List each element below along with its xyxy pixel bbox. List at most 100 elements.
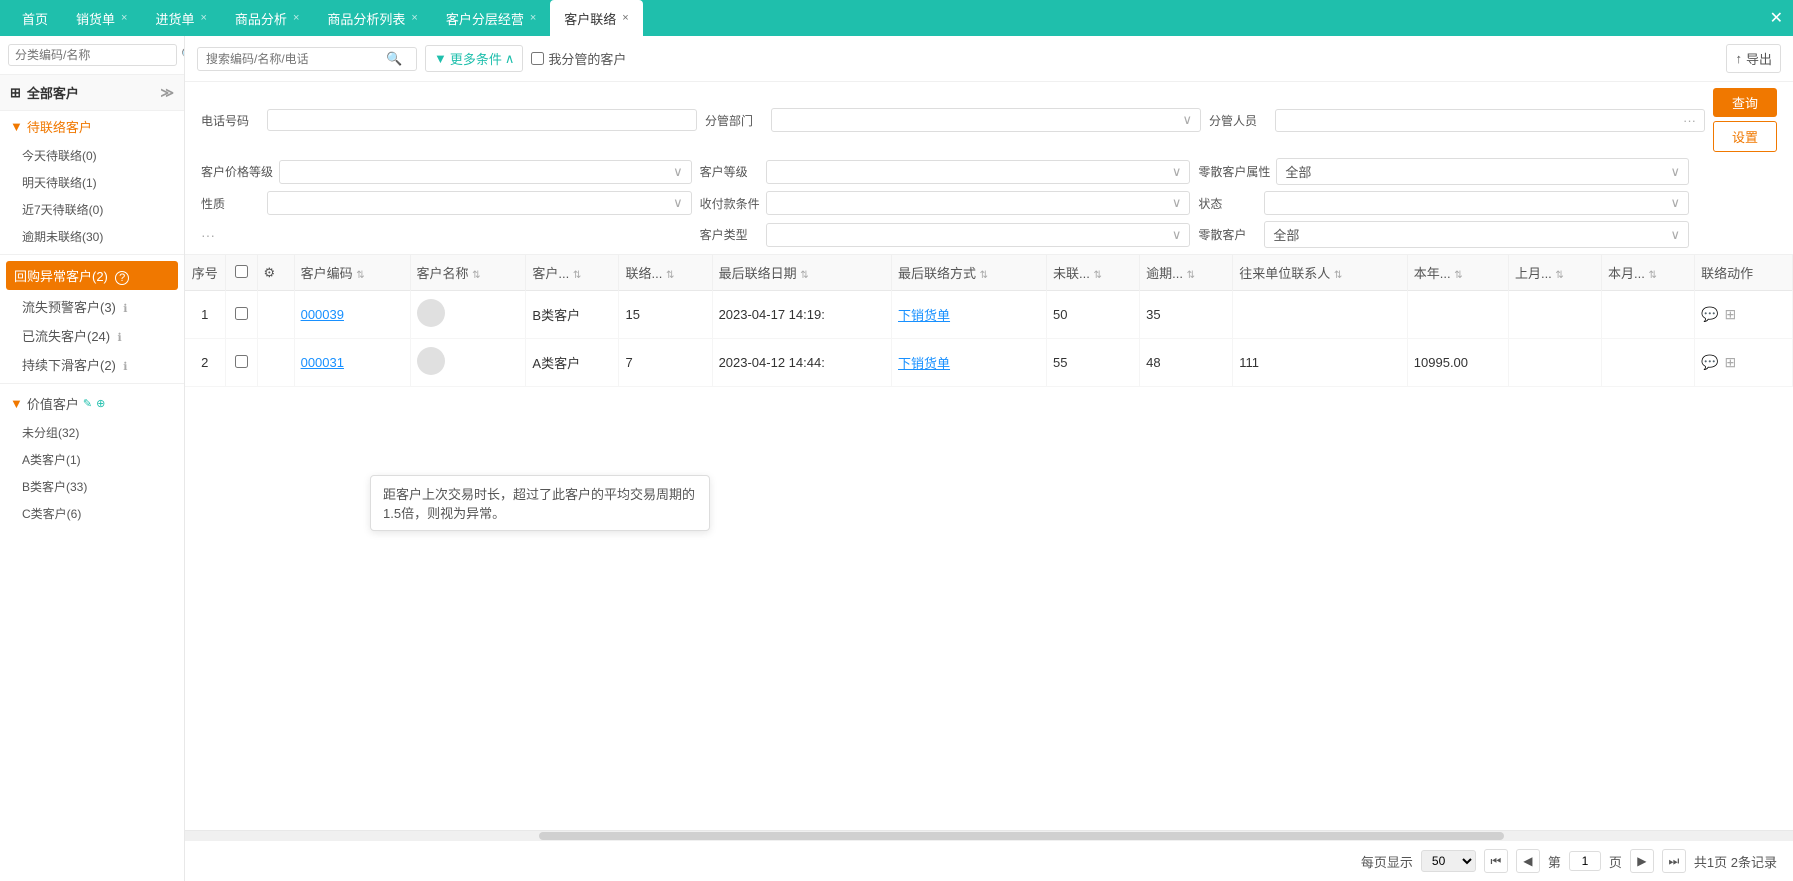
nav-close-customer-layered[interactable]: × xyxy=(530,12,536,24)
row1-chat-icon[interactable]: 💬 xyxy=(1701,306,1718,323)
nav-close-product-list[interactable]: × xyxy=(411,12,417,24)
nav-sales-order[interactable]: 销货单 × xyxy=(62,0,141,36)
sidebar-item-7days[interactable]: 近7天待联络(0) xyxy=(0,196,184,223)
sidebar-item-churned[interactable]: 已流失客户(24) ℹ xyxy=(0,321,184,350)
my-customer-checkbox-wrap[interactable]: 我分管的客户 xyxy=(531,49,626,68)
filter-label-phone: 电话号码 xyxy=(201,112,261,129)
col-header-last-month[interactable]: 上月... ⇅ xyxy=(1508,255,1601,291)
col-header-contacts[interactable]: 往来单位联系人 ⇅ xyxy=(1233,255,1408,291)
first-page-button[interactable]: ⏮ xyxy=(1484,849,1508,873)
nav-close-sales[interactable]: × xyxy=(121,12,127,24)
sidebar-item-overdue[interactable]: 逾期未联络(30) xyxy=(0,223,184,250)
sidebar-item-ungrouped[interactable]: 未分组(32) xyxy=(0,419,184,446)
sidebar-item-declining[interactable]: 持续下滑客户(2) ℹ xyxy=(0,350,184,379)
filter-payment-select[interactable]: ∨ xyxy=(766,191,1191,215)
person-dots[interactable]: ··· xyxy=(1683,113,1696,128)
row1-last-month xyxy=(1508,291,1601,339)
sidebar-item-churn-warning[interactable]: 流失预警客户(3) ℹ xyxy=(0,292,184,321)
sidebar-item-b-class[interactable]: B类客户(33) xyxy=(0,473,184,500)
row1-action: 💬 ⊞ xyxy=(1695,291,1793,339)
col-header-last-date[interactable]: 最后联络日期 ⇅ xyxy=(712,255,891,291)
value-group-title[interactable]: ▼ 价值客户 ✎ ⊕ xyxy=(0,388,184,419)
export-button[interactable]: ↑ 导出 xyxy=(1726,44,1781,73)
filter-customer-type-select[interactable]: ∨ xyxy=(766,223,1191,247)
row2-code[interactable]: 000031 xyxy=(294,339,410,387)
row2-check[interactable] xyxy=(225,339,257,387)
page-label: 第 xyxy=(1548,852,1561,871)
search-input[interactable] xyxy=(206,52,386,66)
sort-contact-icon: ⇅ xyxy=(666,270,674,281)
col-header-pending[interactable]: 未联... ⇅ xyxy=(1047,255,1140,291)
collapse-icon[interactable]: ≫ xyxy=(160,85,174,101)
row2-checkbox[interactable] xyxy=(235,355,248,368)
row1-last-method[interactable]: 下销货单 xyxy=(892,291,1047,339)
grid-icon: ⊞ xyxy=(10,85,21,101)
scrollbar-thumb[interactable] xyxy=(539,832,1504,840)
sidebar-item-c-class[interactable]: C类客户(6) xyxy=(0,500,184,527)
nav-home[interactable]: 首页 xyxy=(8,0,62,36)
status-chevron: ∨ xyxy=(1671,195,1681,211)
horizontal-scrollbar[interactable] xyxy=(185,830,1793,840)
row2-chat-icon[interactable]: 💬 xyxy=(1701,354,1718,371)
row2-grid-icon[interactable]: ⊞ xyxy=(1725,354,1737,371)
more-conditions-btn[interactable]: ▼ 更多条件 ∧ xyxy=(425,45,523,72)
row1-this-month xyxy=(1602,291,1695,339)
row2-last-method[interactable]: 下销货单 xyxy=(892,339,1047,387)
nav-product-analysis-list[interactable]: 商品分析列表 × xyxy=(313,0,431,36)
filter-customer-level-select[interactable]: ∨ xyxy=(766,160,1191,184)
filter-status-select[interactable]: ∨ xyxy=(1264,191,1689,215)
col-header-settings[interactable]: ⚙ xyxy=(257,255,294,291)
col-header-last-method[interactable]: 最后联络方式 ⇅ xyxy=(892,255,1047,291)
sort-this-month-icon: ⇅ xyxy=(1649,270,1657,281)
row1-check[interactable] xyxy=(225,291,257,339)
sidebar-item-a-class[interactable]: A类客户(1) xyxy=(0,446,184,473)
prev-page-button[interactable]: ◀ xyxy=(1516,849,1540,873)
col-header-name[interactable]: 客户名称 ⇅ xyxy=(410,255,526,291)
next-page-button[interactable]: ▶ xyxy=(1630,849,1654,873)
sidebar-item-today[interactable]: 今天待联络(0) xyxy=(0,142,184,169)
col-header-overdue[interactable]: 逾期... ⇅ xyxy=(1140,255,1233,291)
last-page-button[interactable]: ⏭ xyxy=(1662,849,1686,873)
filter-phone-input[interactable] xyxy=(267,109,697,131)
filter-retail-customer-select[interactable]: 全部 ∨ xyxy=(1264,221,1689,248)
settings-button[interactable]: 设置 xyxy=(1713,121,1777,152)
search-icon[interactable]: 🔍 xyxy=(386,51,402,67)
all-customers-section[interactable]: ⊞ 全部客户 ≫ xyxy=(0,75,184,111)
select-all-checkbox[interactable] xyxy=(235,265,248,278)
col-header-code[interactable]: 客户编码 ⇅ xyxy=(294,255,410,291)
row1-action-icons: 💬 ⊞ xyxy=(1701,306,1786,323)
nav-close-product-analysis[interactable]: × xyxy=(293,12,299,24)
sidebar-item-tomorrow[interactable]: 明天待联络(1) xyxy=(0,169,184,196)
col-header-this-month[interactable]: 本月... ⇅ xyxy=(1602,255,1695,291)
col-header-contact[interactable]: 联络... ⇅ xyxy=(619,255,712,291)
nav-product-analysis[interactable]: 商品分析 × xyxy=(221,0,313,36)
more-dots[interactable]: ··· xyxy=(201,227,215,243)
filter-price-level-select[interactable]: ∨ xyxy=(279,160,692,184)
page-number-input[interactable] xyxy=(1569,851,1601,871)
row1-grid-icon[interactable]: ⊞ xyxy=(1725,306,1737,323)
nav-close-customer-contact[interactable]: × xyxy=(622,12,628,24)
value-group-edit-icon[interactable]: ✎ xyxy=(83,397,92,410)
window-close-button[interactable]: ✕ xyxy=(1770,8,1783,28)
pending-group-title[interactable]: ▼ 待联络客户 xyxy=(0,111,184,142)
sidebar-item-repurchase-abnormal[interactable]: 回购异常客户(2) ? xyxy=(6,261,178,290)
sort-last-method-icon: ⇅ xyxy=(980,270,988,281)
sort-overdue-icon: ⇅ xyxy=(1187,270,1195,281)
sidebar-search-input[interactable] xyxy=(8,44,177,66)
nav-close-purchase[interactable]: × xyxy=(200,12,206,24)
filter-gender-select[interactable]: ∨ xyxy=(267,191,692,215)
nav-customer-layered[interactable]: 客户分层经营 × xyxy=(432,0,550,36)
col-header-type[interactable]: 客户... ⇅ xyxy=(526,255,619,291)
filter-dept-select[interactable]: ∨ xyxy=(771,108,1201,132)
my-customer-checkbox[interactable] xyxy=(531,52,544,65)
filter-retail-attr-select[interactable]: 全部 ∨ xyxy=(1276,158,1689,185)
query-button[interactable]: 查询 xyxy=(1713,88,1777,117)
row1-code[interactable]: 000039 xyxy=(294,291,410,339)
per-page-select[interactable]: 50 100 200 xyxy=(1421,850,1476,872)
col-header-this-year[interactable]: 本年... ⇅ xyxy=(1407,255,1508,291)
value-group-settings-icon[interactable]: ⊕ xyxy=(96,397,105,410)
nav-purchase-order[interactable]: 进货单 × xyxy=(141,0,220,36)
filter-person-control[interactable]: ··· xyxy=(1275,109,1705,132)
row1-checkbox[interactable] xyxy=(235,307,248,320)
nav-customer-contact[interactable]: 客户联络 × xyxy=(550,0,642,36)
